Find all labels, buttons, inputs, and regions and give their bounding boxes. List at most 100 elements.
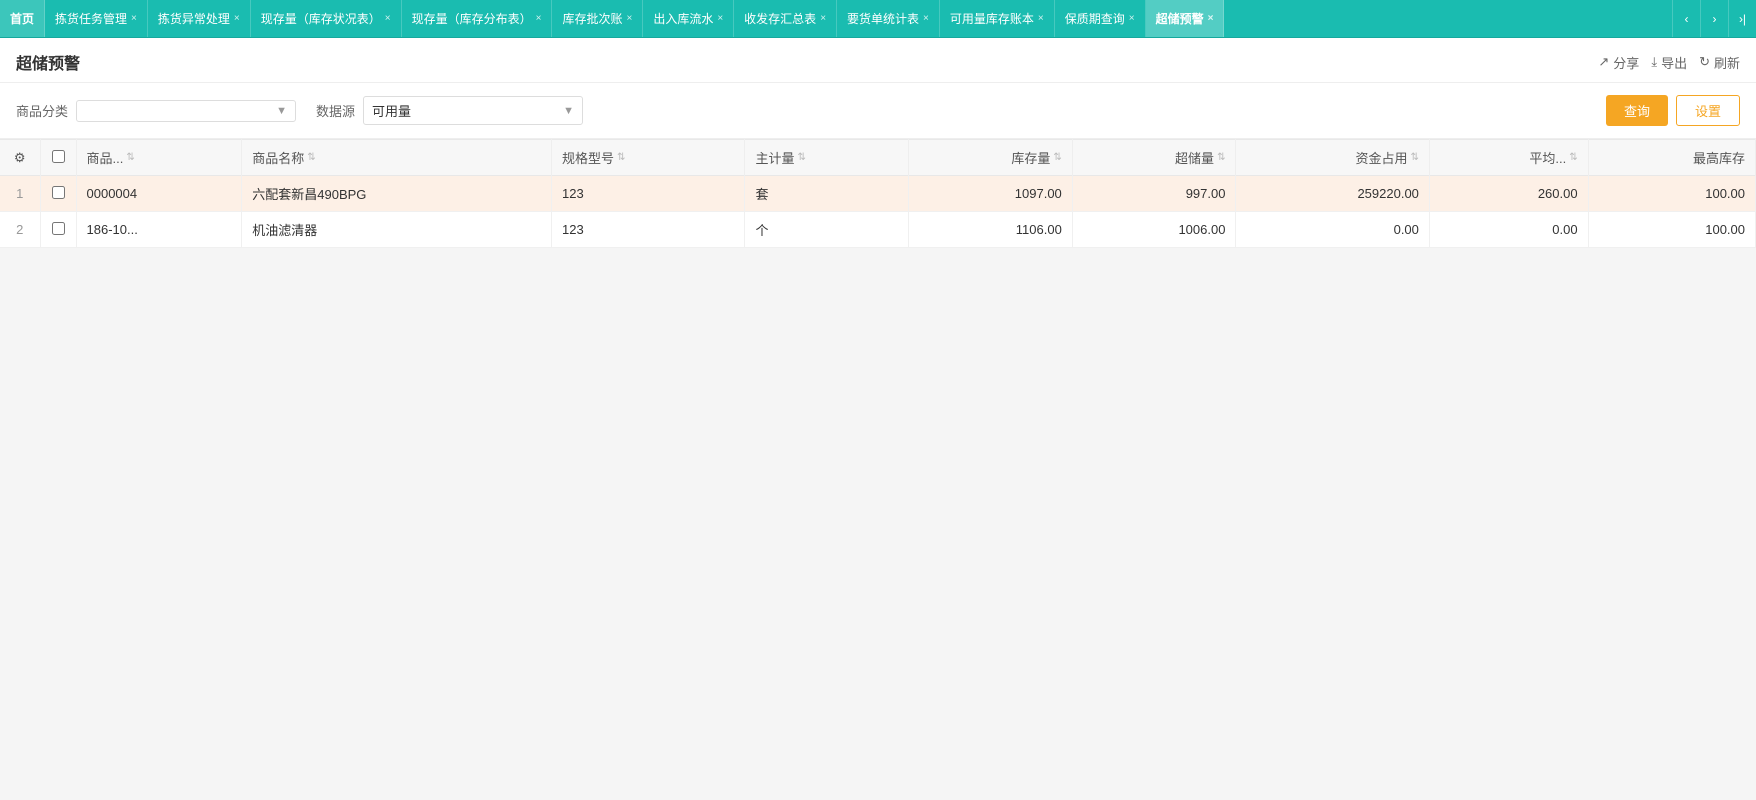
table-container: ⚙ 商品... ⇅ 商品名称 ⇅: [0, 139, 1756, 248]
nav-tab-order-stats[interactable]: 要货单统计表 ×: [837, 0, 940, 38]
row-checkbox-cell[interactable]: [40, 212, 76, 248]
nav-tab-in-out-flow[interactable]: 出入库流水 ×: [643, 0, 734, 38]
th-over-stock[interactable]: 超储量 ⇅: [1072, 140, 1236, 176]
row-checkbox-cell[interactable]: [40, 176, 76, 212]
filter-actions: 查询 设置: [1606, 95, 1740, 126]
category-filter: 商品分类 ▼: [16, 100, 296, 122]
overstock-label: 超储预警: [1156, 10, 1204, 27]
datasource-filter: 数据源 可用量 ▼: [316, 96, 583, 125]
th-max-stock[interactable]: 最高库存: [1588, 140, 1755, 176]
close-icon[interactable]: ×: [717, 13, 723, 24]
order-stats-label: 要货单统计表: [847, 10, 919, 27]
capital-used-cell: 0.00: [1236, 212, 1429, 248]
product-code-cell: 186-10...: [76, 212, 242, 248]
header-actions: ↗ 分享 ⤓ 导出 ↻ 刷新: [1598, 53, 1740, 72]
product-code-cell: 0000004: [76, 176, 242, 212]
category-label: 商品分类: [16, 101, 68, 120]
nav-tab-available-stock[interactable]: 可用量库存账本 ×: [940, 0, 1055, 38]
row-checkbox[interactable]: [52, 186, 65, 199]
nav-tab-expiry[interactable]: 保质期查询 ×: [1055, 0, 1146, 38]
page-header: 超储预警 ↗ 分享 ⤓ 导出 ↻ 刷新: [0, 38, 1756, 83]
row-checkbox[interactable]: [52, 222, 65, 235]
row-index: 2: [0, 212, 40, 248]
query-button[interactable]: 查询: [1606, 95, 1668, 126]
nav-arrows: ‹ › ›|: [1672, 0, 1756, 38]
th-unit[interactable]: 主计量 ⇅: [745, 140, 909, 176]
sort-icon[interactable]: ⇅: [1569, 152, 1577, 163]
nav-next-button[interactable]: ›: [1700, 0, 1728, 38]
data-table: ⚙ 商品... ⇅ 商品名称 ⇅: [0, 139, 1756, 248]
spec-cell: 123: [552, 176, 745, 212]
available-stock-label: 可用量库存账本: [950, 10, 1034, 27]
nav-tab-stock-status[interactable]: 现存量（库存状况表） ×: [251, 0, 402, 38]
page-container: 超储预警 ↗ 分享 ⤓ 导出 ↻ 刷新 商品分类 ▼ 数据源: [0, 38, 1756, 248]
close-icon[interactable]: ×: [820, 13, 826, 24]
th-gear[interactable]: ⚙: [0, 140, 40, 176]
th-spec[interactable]: 规格型号 ⇅: [552, 140, 745, 176]
home-label: 首页: [10, 10, 34, 27]
close-icon[interactable]: ×: [1129, 13, 1135, 24]
sort-icon[interactable]: ⇅: [1053, 152, 1061, 163]
max-stock-cell: 100.00: [1588, 212, 1755, 248]
nav-tab-batch-account[interactable]: 库存批次账 ×: [552, 0, 643, 38]
share-label: 分享: [1613, 53, 1639, 72]
chevron-down-icon: ▼: [563, 105, 574, 117]
th-checkbox: [40, 140, 76, 176]
product-name-cell: 机油滤清器: [242, 212, 552, 248]
nav-tab-pick-exception[interactable]: 拣货异常处理 ×: [148, 0, 251, 38]
close-icon[interactable]: ×: [131, 13, 137, 24]
nav-more-button[interactable]: ›|: [1728, 0, 1756, 38]
datasource-label: 数据源: [316, 101, 355, 120]
spec-cell: 123: [552, 212, 745, 248]
close-icon[interactable]: ×: [234, 13, 240, 24]
sort-icon[interactable]: ⇅: [798, 152, 806, 163]
category-select[interactable]: ▼: [76, 100, 296, 122]
refresh-label: 刷新: [1714, 53, 1740, 72]
close-icon[interactable]: ×: [1208, 13, 1214, 24]
in-out-flow-label: 出入库流水: [653, 10, 713, 27]
th-product-name[interactable]: 商品名称 ⇅: [242, 140, 552, 176]
refresh-button[interactable]: ↻ 刷新: [1699, 53, 1740, 72]
batch-account-label: 库存批次账: [562, 10, 622, 27]
gear-icon[interactable]: ⚙: [14, 150, 26, 165]
th-product-code[interactable]: 商品... ⇅: [76, 140, 242, 176]
over-stock-cell: 1006.00: [1072, 212, 1236, 248]
table-header-row: ⚙ 商品... ⇅ 商品名称 ⇅: [0, 140, 1756, 176]
th-stock[interactable]: 库存量 ⇅: [909, 140, 1073, 176]
share-icon: ↗: [1598, 54, 1609, 70]
share-button[interactable]: ↗ 分享: [1598, 53, 1639, 72]
table-row: 2 186-10... 机油滤清器 123 个 1106.00 1006.00 …: [0, 212, 1756, 248]
max-stock-cell: 100.00: [1588, 176, 1755, 212]
th-capital-used[interactable]: 资金占用 ⇅: [1236, 140, 1429, 176]
export-label: 导出: [1661, 53, 1687, 72]
stock-dist-label: 现存量（库存分布表）: [412, 10, 532, 27]
select-all-checkbox[interactable]: [52, 150, 65, 163]
close-icon[interactable]: ×: [536, 13, 542, 24]
nav-tab-stock-dist[interactable]: 现存量（库存分布表） ×: [402, 0, 553, 38]
export-button[interactable]: ⤓ 导出: [1651, 53, 1687, 72]
unit-cell: 个: [745, 212, 909, 248]
top-nav: 首页 拣货任务管理 × 拣货异常处理 × 现存量（库存状况表） × 现存量（库存…: [0, 0, 1756, 38]
th-avg[interactable]: 平均... ⇅: [1429, 140, 1588, 176]
settings-button[interactable]: 设置: [1676, 95, 1740, 126]
datasource-select-value: 可用量: [372, 101, 555, 120]
nav-tab-receive-summary[interactable]: 收发存汇总表 ×: [734, 0, 837, 38]
close-icon[interactable]: ×: [923, 13, 929, 24]
sort-icon[interactable]: ⇅: [126, 152, 134, 163]
close-icon[interactable]: ×: [385, 13, 391, 24]
datasource-select[interactable]: 可用量 ▼: [363, 96, 583, 125]
sort-icon[interactable]: ⇅: [1217, 152, 1225, 163]
close-icon[interactable]: ×: [626, 13, 632, 24]
nav-prev-button[interactable]: ‹: [1672, 0, 1700, 38]
sort-icon[interactable]: ⇅: [307, 152, 315, 163]
nav-tab-overstock[interactable]: 超储预警 ×: [1146, 0, 1225, 38]
sort-icon[interactable]: ⇅: [617, 152, 625, 163]
sort-icon[interactable]: ⇅: [1411, 152, 1419, 163]
nav-tab-home[interactable]: 首页: [0, 0, 45, 38]
stock-cell: 1106.00: [909, 212, 1073, 248]
refresh-icon: ↻: [1699, 54, 1710, 70]
nav-tab-pick-task[interactable]: 拣货任务管理 ×: [45, 0, 148, 38]
close-icon[interactable]: ×: [1038, 13, 1044, 24]
pick-exception-label: 拣货异常处理: [158, 10, 230, 27]
product-name-cell: 六配套新昌490BPG: [242, 176, 552, 212]
